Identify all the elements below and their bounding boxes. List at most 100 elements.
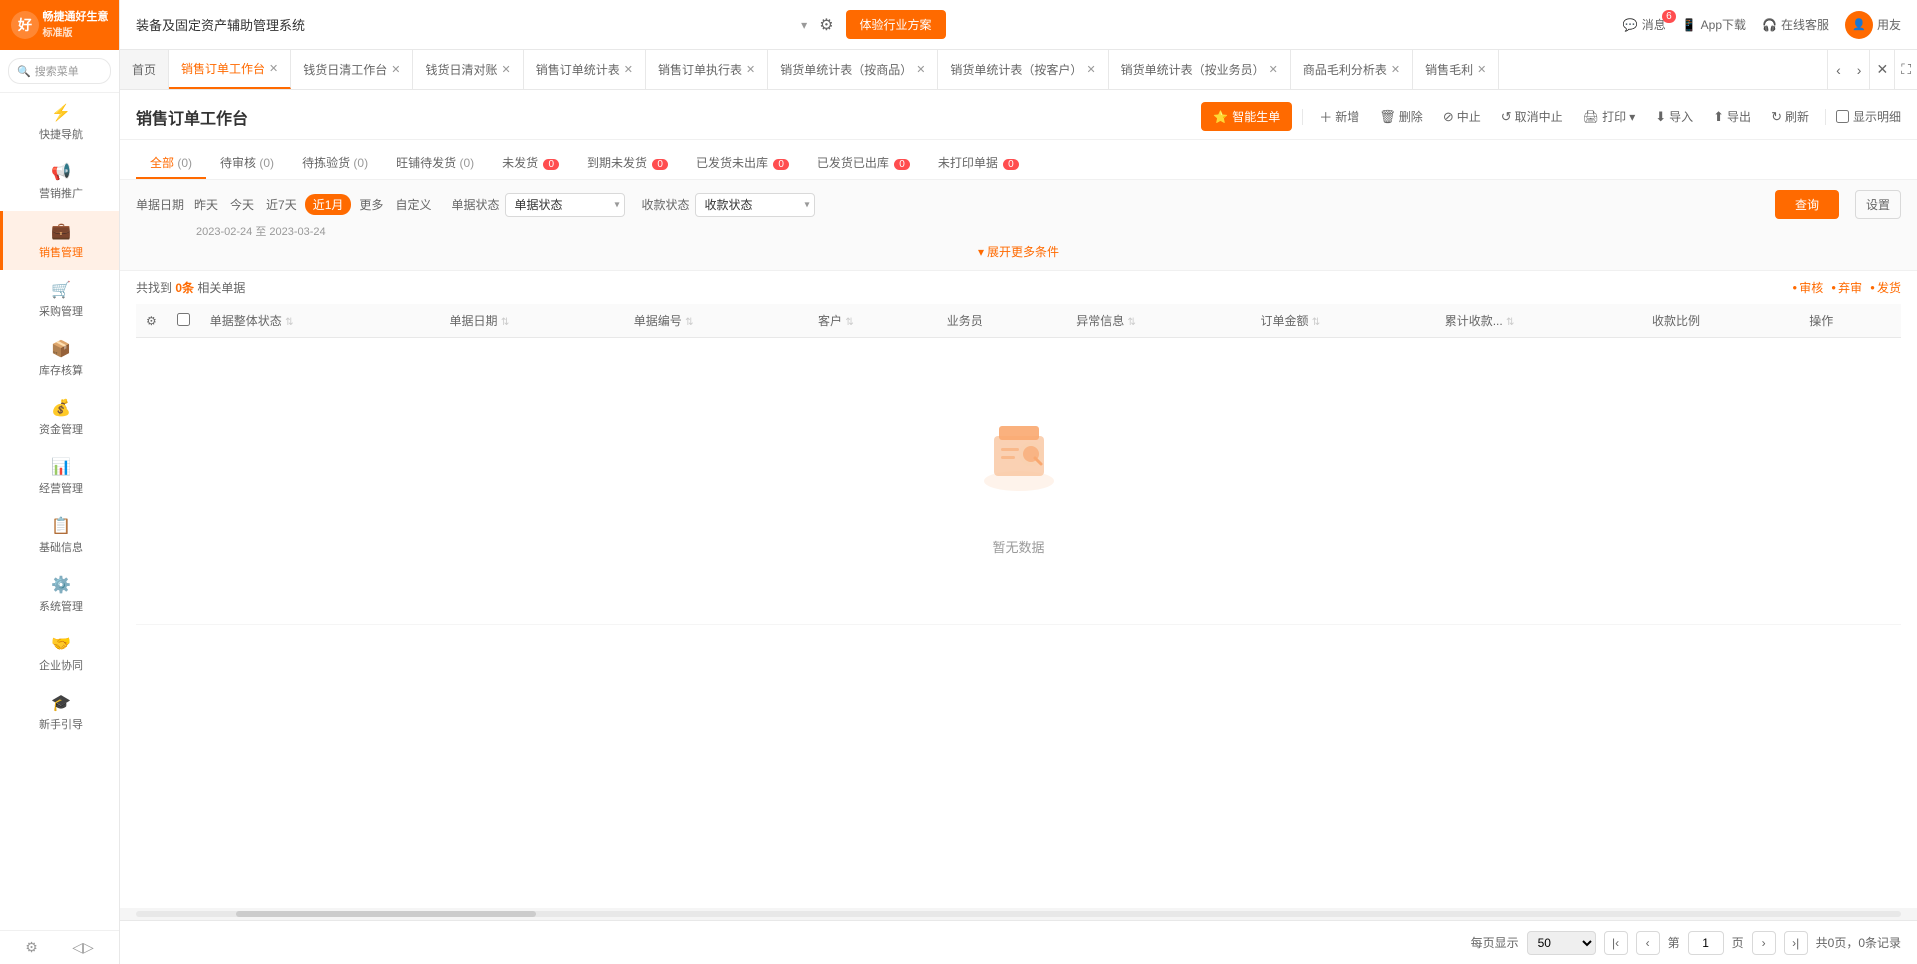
th-checkbox[interactable]: [167, 304, 200, 338]
tab-sales-summary-staff[interactable]: 销货单统计表（按业务员） ✕: [1109, 50, 1291, 89]
expand-filter-btn[interactable]: ▾ 展开更多条件: [978, 243, 1059, 260]
tab-close-sales-order[interactable]: ✕: [269, 62, 278, 75]
sort-status-icon[interactable]: ⇅: [285, 317, 293, 328]
subtab-wangpu[interactable]: 旺铺待发货 (0): [382, 148, 488, 179]
page-number-input[interactable]: [1688, 931, 1724, 955]
date-7days-btn[interactable]: 近7天: [262, 194, 301, 215]
sidebar-item-marketing[interactable]: 📢 营销推广: [0, 152, 119, 211]
select-all-checkbox[interactable]: [177, 313, 190, 326]
subtab-all[interactable]: 全部 (0): [136, 148, 206, 179]
tab-close-summary-product[interactable]: ✕: [916, 63, 925, 76]
suspend-btn[interactable]: ⊘ 中止: [1437, 104, 1487, 129]
date-more-btn[interactable]: 更多: [355, 194, 387, 215]
tab-cash-daily[interactable]: 钱货日清工作台 ✕: [291, 50, 413, 89]
sort-customer-icon[interactable]: ⇅: [845, 317, 853, 328]
th-setting[interactable]: ⚙: [136, 304, 167, 338]
subtab-pending-check[interactable]: 待拣验货 (0): [288, 148, 382, 179]
tab-cash-reconcile[interactable]: 钱货日清对账 ✕: [413, 50, 523, 89]
tab-home[interactable]: 首页: [120, 50, 169, 89]
date-today-btn[interactable]: 今天: [226, 194, 258, 215]
user-menu-btn[interactable]: 👤 用友: [1845, 11, 1901, 39]
subtab-not-shipped[interactable]: 未发货 0: [488, 148, 573, 179]
tab-close-cash-daily[interactable]: ✕: [391, 63, 400, 76]
tab-sales-order[interactable]: 销售订单工作台 ✕: [169, 50, 291, 89]
tab-sales-profit[interactable]: 销售毛利 ✕: [1413, 50, 1499, 89]
sidebar-item-finance[interactable]: 💰 资金管理: [0, 388, 119, 447]
sidebar-item-quick-nav[interactable]: ⚡ 快捷导航: [0, 93, 119, 152]
tab-margin-analysis[interactable]: 商品毛利分析表 ✕: [1291, 50, 1413, 89]
column-settings-icon[interactable]: ⚙: [146, 314, 157, 328]
tab-sales-exec[interactable]: 销售订单执行表 ✕: [646, 50, 768, 89]
subtab-expired-not-shipped[interactable]: 到期未发货 0: [573, 148, 682, 179]
sort-amount-icon[interactable]: ⇅: [1312, 317, 1320, 328]
tab-scroll-right-btn[interactable]: ›: [1849, 50, 1870, 89]
tab-close-summary-customer[interactable]: ✕: [1086, 63, 1095, 76]
cancel-suspend-btn[interactable]: ↺ 取消中止: [1495, 104, 1569, 129]
query-btn[interactable]: 查询: [1775, 190, 1839, 219]
page-last-btn[interactable]: ›|: [1784, 931, 1808, 955]
search-menu-button[interactable]: 🔍 搜索菜单: [8, 58, 111, 84]
tab-sales-stats[interactable]: 销售订单统计表 ✕: [524, 50, 646, 89]
sidebar-item-inventory[interactable]: 📦 库存核算: [0, 329, 119, 388]
show-detail-checkbox-label[interactable]: 显示明细: [1836, 108, 1901, 125]
tab-close-sales-exec[interactable]: ✕: [746, 63, 755, 76]
page-size-select-wrap: 20 50 100: [1527, 931, 1596, 955]
show-detail-checkbox[interactable]: [1836, 110, 1849, 123]
horizontal-scrollbar[interactable]: [120, 908, 1917, 920]
export-btn[interactable]: ⬆ 导出: [1707, 104, 1757, 129]
collapse-btn[interactable]: ◁▷: [72, 939, 94, 956]
subtab-shipped-not-out[interactable]: 已发货未出库 0: [682, 148, 803, 179]
trial-btn[interactable]: 体验行业方案: [846, 10, 946, 39]
page-next-btn[interactable]: ›: [1752, 931, 1776, 955]
date-custom-btn[interactable]: 自定义: [391, 194, 435, 215]
sidebar-item-system[interactable]: ⚙️ 系统管理: [0, 565, 119, 624]
date-1month-btn[interactable]: 近1月: [305, 194, 352, 215]
sort-collected-icon[interactable]: ⇅: [1506, 317, 1514, 328]
sidebar-item-basic[interactable]: 📋 基础信息: [0, 506, 119, 565]
online-service-btn[interactable]: 🎧 在线客服: [1762, 16, 1829, 33]
print-btn[interactable]: 🖨 打印 ▾: [1577, 104, 1642, 129]
scrollbar-thumb[interactable]: [236, 911, 536, 917]
tab-close-sales-stats[interactable]: ✕: [624, 63, 633, 76]
cancel-review-action-btn[interactable]: 弃审: [1831, 279, 1862, 296]
sort-number-icon[interactable]: ⇅: [685, 317, 693, 328]
sidebar-item-collab[interactable]: 🤝 企业协同: [0, 624, 119, 683]
sort-date-icon[interactable]: ⇅: [501, 317, 509, 328]
tab-close-margin-analysis[interactable]: ✕: [1391, 63, 1400, 76]
subtab-shipped-out[interactable]: 已发货已出库 0: [803, 148, 924, 179]
smart-create-btn[interactable]: ⭐ 智能生单: [1201, 102, 1292, 131]
tab-scroll-left-btn[interactable]: ‹: [1828, 50, 1849, 89]
system-title: 装备及固定资产辅助管理系统: [136, 15, 789, 34]
tab-maximize-btn[interactable]: ⛶: [1894, 50, 1917, 90]
tab-close-cash-reconcile[interactable]: ✕: [502, 63, 511, 76]
app-download-btn[interactable]: 📱 App下载: [1682, 16, 1746, 33]
payment-select[interactable]: 收款状态: [695, 193, 815, 217]
sidebar-item-sales[interactable]: 💼 销售管理: [0, 211, 119, 270]
settings-icon-btn[interactable]: ⚙: [25, 939, 38, 956]
tab-sales-summary-product[interactable]: 销货单统计表（按商品） ✕: [768, 50, 938, 89]
subtab-not-printed[interactable]: 未打印单据 0: [924, 148, 1033, 179]
filter-settings-btn[interactable]: 设置: [1855, 190, 1901, 219]
message-icon-btn[interactable]: 💬 6 消息: [1623, 16, 1666, 33]
tab-close-summary-staff[interactable]: ✕: [1269, 63, 1278, 76]
tab-close-sales-profit[interactable]: ✕: [1477, 63, 1486, 76]
page-prev-btn[interactable]: ‹: [1636, 931, 1660, 955]
delete-btn[interactable]: 🗑 删除: [1373, 104, 1429, 129]
page-size-select[interactable]: 20 50 100: [1527, 931, 1596, 955]
sidebar-item-business[interactable]: 📊 经营管理: [0, 447, 119, 506]
review-action-btn[interactable]: 审核: [1792, 279, 1823, 296]
tab-close-all-btn[interactable]: ✕: [1869, 50, 1894, 90]
sidebar-item-purchase[interactable]: 🛒 采购管理: [0, 270, 119, 329]
import-btn[interactable]: ⬇ 导入: [1649, 104, 1699, 129]
date-yesterday-btn[interactable]: 昨天: [190, 194, 222, 215]
add-btn[interactable]: ＋ 新增: [1313, 103, 1365, 130]
tab-sales-summary-customer[interactable]: 销货单统计表（按客户） ✕: [938, 50, 1108, 89]
refresh-btn[interactable]: ↻ 刷新: [1765, 104, 1815, 129]
gear-settings-icon[interactable]: ⚙: [819, 15, 833, 35]
sort-exception-icon[interactable]: ⇅: [1128, 317, 1136, 328]
sidebar-item-guide[interactable]: 🎓 新手引导: [0, 683, 119, 742]
ship-action-btn[interactable]: 发货: [1870, 279, 1901, 296]
status-select[interactable]: 单据状态: [505, 193, 625, 217]
page-first-btn[interactable]: |‹: [1604, 931, 1628, 955]
subtab-pending-review[interactable]: 待审核 (0): [206, 148, 288, 179]
